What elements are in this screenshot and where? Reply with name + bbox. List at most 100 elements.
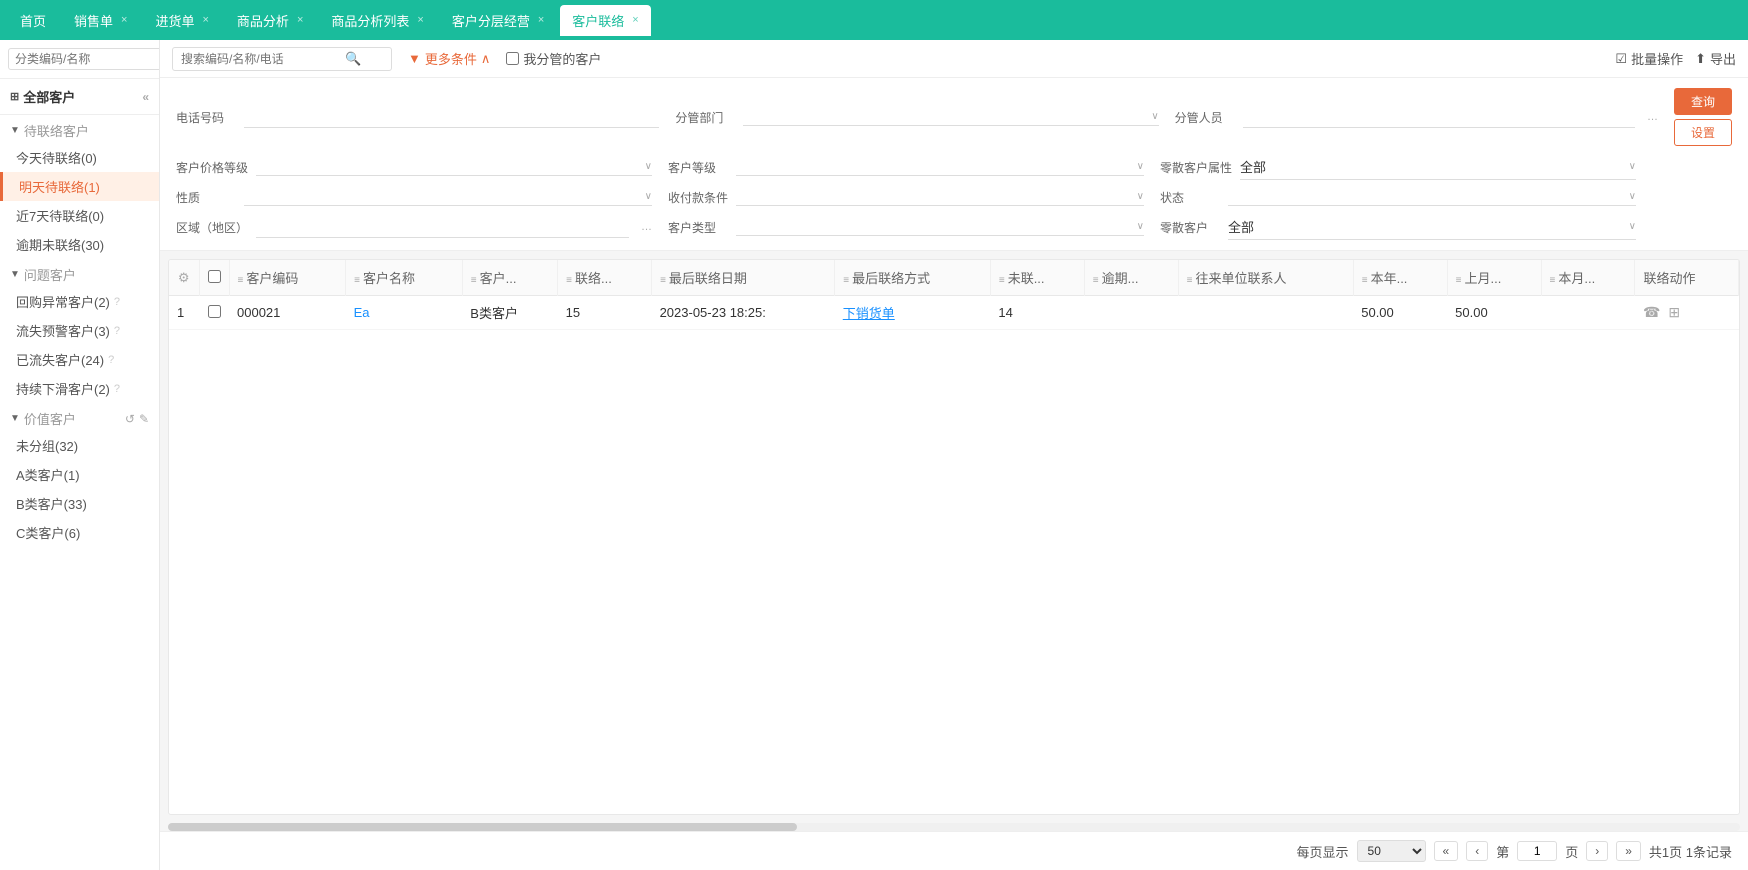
nav-item-product-analysis-list[interactable]: 商品分析列表 × <box>319 5 435 36</box>
chevron-down-icon-nature: ∨ <box>645 191 652 202</box>
nav-close-purchase[interactable]: × <box>202 14 208 26</box>
row-last-method[interactable]: 下销货单 <box>835 296 991 330</box>
help-icon-declining[interactable]: ? <box>114 383 120 395</box>
sidebar-item-overdue-contact[interactable]: 逾期未联络(30) <box>0 230 159 259</box>
nav-item-customer-contact[interactable]: 客户联络 × <box>560 5 650 36</box>
filter-person-label: 分管人员 <box>1175 109 1235 126</box>
sort-icon-this-month[interactable]: ≡ <box>1550 275 1556 286</box>
nav-item-customer-tier[interactable]: 客户分层经营 × <box>440 5 556 36</box>
horizontal-scrollbar[interactable] <box>168 823 1740 831</box>
row-name[interactable]: Ea <box>346 296 463 330</box>
sort-icon-last-date[interactable]: ≡ <box>660 275 666 286</box>
toolbar-search-box: 🔍 <box>172 47 392 71</box>
query-button[interactable]: 查询 <box>1674 88 1732 115</box>
filter-retail-customer-value: 全部 <box>1228 217 1254 236</box>
nav-item-purchase[interactable]: 进货单 × <box>143 5 220 36</box>
filter-nature-select[interactable]: ∨ <box>244 188 652 206</box>
col-uncontacted: ≡未联... <box>990 260 1084 296</box>
sidebar-item-churned[interactable]: 已流失客户(24) ? <box>0 345 159 374</box>
filter-retail-attr-select[interactable]: 全部 ∨ <box>1240 154 1636 180</box>
page-size-select[interactable]: 50 100 200 <box>1357 840 1426 862</box>
sort-icon-this-year[interactable]: ≡ <box>1362 275 1368 286</box>
page-input[interactable] <box>1517 841 1557 861</box>
nav-label-product-analysis: 商品分析 <box>237 11 289 30</box>
filter-customer-level-label: 客户等级 <box>668 159 728 176</box>
batch-op-btn[interactable]: ☑ 批量操作 <box>1615 49 1683 68</box>
export-btn[interactable]: ⬆ 导出 <box>1695 49 1736 68</box>
action-more-icon[interactable]: ⊞ <box>1668 304 1680 321</box>
sidebar-item-class-c[interactable]: C类客户(6) <box>0 518 159 547</box>
nav-label-purchase: 进货单 <box>155 11 194 30</box>
prev-page-btn[interactable]: ‹ <box>1466 841 1488 861</box>
row-checkbox[interactable] <box>199 296 229 330</box>
sidebar-item-repurchase-abnormal[interactable]: 回购异常客户(2) ? <box>0 287 159 316</box>
nav-close-product-analysis-list[interactable]: × <box>417 14 423 26</box>
sidebar-item-ungrouped[interactable]: 未分组(32) <box>0 431 159 460</box>
nav-close-customer-contact[interactable]: × <box>632 14 638 26</box>
last-method-link[interactable]: 下销货单 <box>843 306 895 321</box>
sidebar-item-today-contact[interactable]: 今天待联络(0) <box>0 143 159 172</box>
filter-customer-level-select[interactable]: ∨ <box>736 158 1144 176</box>
filter-person-input[interactable] <box>1243 107 1635 128</box>
settings-button[interactable]: 设置 <box>1674 119 1732 146</box>
col-unit-contact: ≡往来单位联系人 <box>1178 260 1353 296</box>
filter-status-select[interactable]: ∨ <box>1228 188 1636 206</box>
sort-icon-overdue[interactable]: ≡ <box>1093 275 1099 286</box>
filter-dept-select[interactable]: ∨ <box>743 108 1158 126</box>
nav-item-sales[interactable]: 销售单 × <box>62 5 139 36</box>
sort-icon-code[interactable]: ≡ <box>238 275 244 286</box>
sidebar-item-declining[interactable]: 持续下滑客户(2) ? <box>0 374 159 403</box>
select-all-checkbox[interactable] <box>208 270 221 283</box>
scrollbar-thumb[interactable] <box>168 823 797 831</box>
section-arrow-problem: ▼ <box>10 269 20 280</box>
sidebar-item-tomorrow-contact[interactable]: 明天待联络(1) <box>0 172 159 201</box>
search-icon[interactable]: 🔍 <box>345 51 361 67</box>
filter-payment-select[interactable]: ∨ <box>736 188 1144 206</box>
nav-close-customer-tier[interactable]: × <box>538 14 544 26</box>
table-settings-col[interactable]: ⚙ <box>169 260 199 296</box>
sort-icon-contact[interactable]: ≡ <box>566 275 572 286</box>
table-checkbox-col[interactable] <box>199 260 229 296</box>
filter-customer-type-select[interactable]: ∨ <box>736 218 1144 236</box>
last-page-btn[interactable]: » <box>1616 841 1641 861</box>
sidebar-item-week-contact[interactable]: 近7天待联络(0) <box>0 201 159 230</box>
edit-icon-value[interactable]: ✎ <box>139 412 149 426</box>
sort-icon-uncontacted[interactable]: ≡ <box>999 275 1005 286</box>
action-contact-icon[interactable]: ☎ <box>1643 304 1660 321</box>
nav-label-product-analysis-list: 商品分析列表 <box>331 11 409 30</box>
sidebar-item-class-a[interactable]: A类客户(1) <box>0 460 159 489</box>
nav-item-home[interactable]: 首页 <box>8 5 58 36</box>
sidebar-search-input[interactable] <box>8 48 160 70</box>
help-icon-repurchase[interactable]: ? <box>114 296 120 308</box>
refresh-icon-value[interactable]: ↺ <box>125 412 135 426</box>
row-unit-contact <box>1178 296 1353 330</box>
my-customers-checkbox[interactable]: 我分管的客户 <box>506 49 601 68</box>
help-icon-churned[interactable]: ? <box>108 354 114 366</box>
sidebar-item-churn-warning[interactable]: 流失预警客户(3) ? <box>0 316 159 345</box>
sidebar-collapse-icon[interactable]: « <box>142 90 149 104</box>
nav-item-product-analysis[interactable]: 商品分析 × <box>225 5 315 36</box>
sort-icon-last-month[interactable]: ≡ <box>1456 275 1462 286</box>
section-title-value: 价值客户 <box>24 409 76 428</box>
filter-region-input[interactable] <box>256 217 629 238</box>
first-page-btn[interactable]: « <box>1434 841 1459 861</box>
nav-close-sales[interactable]: × <box>121 14 127 26</box>
my-customers-check[interactable] <box>506 52 519 65</box>
filter-person-ellipsis[interactable]: … <box>1647 111 1658 123</box>
sidebar-all-customers[interactable]: ⊞ 全部客户 « <box>0 79 159 115</box>
filter-region-ellipsis[interactable]: … <box>641 221 652 233</box>
filter-btn[interactable]: ▼ 更多条件 ∧ <box>400 46 498 71</box>
sidebar-item-class-b[interactable]: B类客户(33) <box>0 489 159 518</box>
sort-icon-name[interactable]: ≡ <box>354 275 360 286</box>
nav-close-product-analysis[interactable]: × <box>297 14 303 26</box>
next-page-btn[interactable]: › <box>1586 841 1608 861</box>
filter-price-level-select[interactable]: ∨ <box>256 158 652 176</box>
help-icon-churn[interactable]: ? <box>114 325 120 337</box>
filter-retail-customer-select[interactable]: 全部 ∨ <box>1228 214 1636 240</box>
page-label: 第 <box>1496 842 1509 861</box>
sort-icon-type[interactable]: ≡ <box>471 275 477 286</box>
filter-phone-input[interactable] <box>244 107 659 128</box>
sort-icon-last-method[interactable]: ≡ <box>843 275 849 286</box>
sort-icon-unit-contact[interactable]: ≡ <box>1187 275 1193 286</box>
search-input[interactable] <box>181 52 341 66</box>
